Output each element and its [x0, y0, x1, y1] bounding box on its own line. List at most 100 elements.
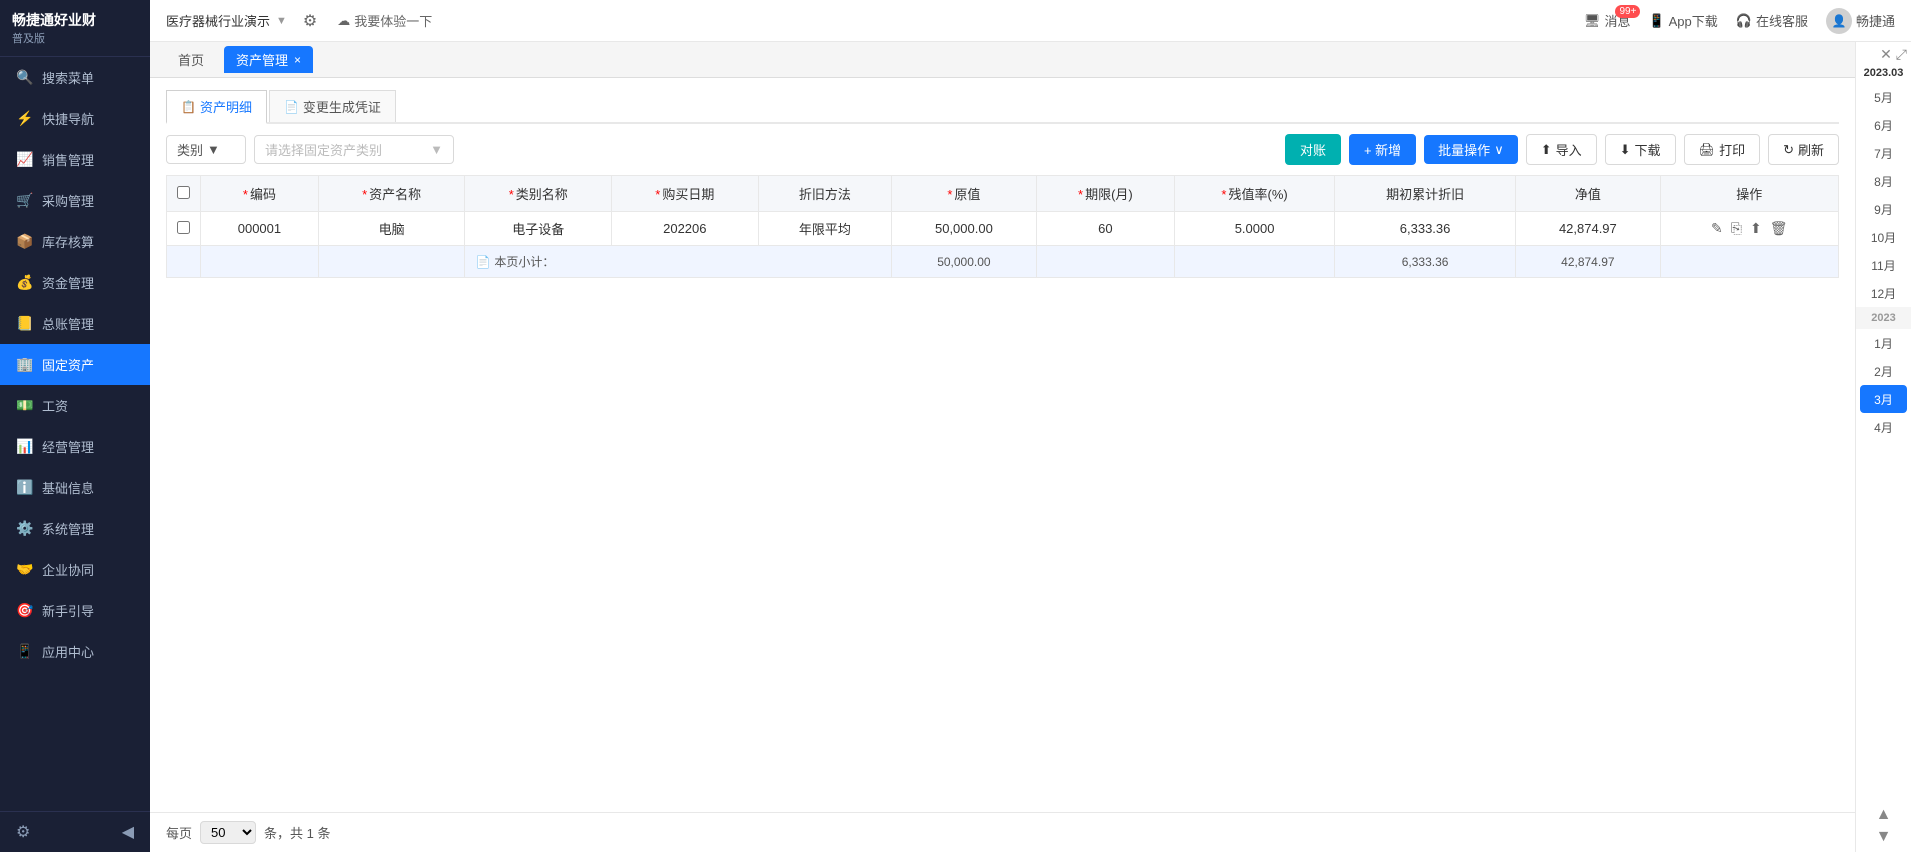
import-button[interactable]: ⬆ 导入 [1526, 134, 1597, 165]
collapse-icon[interactable]: ◀ [122, 822, 134, 842]
calendar-month-11[interactable]: 11月 [1856, 251, 1911, 279]
sidebar-item-fixed-assets[interactable]: 🏢 固定资产 [0, 344, 150, 385]
print-icon: 🖨 [1699, 142, 1716, 158]
delete-icon[interactable]: 🗑 [1770, 220, 1788, 237]
th-period: *期限(月) [1036, 176, 1175, 212]
toolbar: 类别 ▼ 请选择固定资产类别 ▼ 对账 + 新增 批量操作 ∨ [166, 134, 1839, 165]
th-checkbox [167, 176, 201, 212]
tab-asset-management[interactable]: 资产管理 × [224, 46, 313, 73]
th-original-value: *原值 [892, 176, 1036, 212]
sidebar-item-search[interactable]: 🔍 搜索菜单 [0, 57, 150, 98]
sub-tab-asset-detail[interactable]: 📋 资产明细 [166, 90, 267, 124]
settings-icon[interactable]: ⚙ [16, 822, 30, 842]
subtotal-empty-2 [201, 246, 319, 278]
sidebar-item-label: 系统管理 [42, 519, 94, 538]
subtotal-empty-period [1036, 246, 1175, 278]
calendar-month-7[interactable]: 7月 [1856, 139, 1911, 167]
calendar-month-9[interactable]: 9月 [1856, 195, 1911, 223]
th-purchase-date: *购买日期 [612, 176, 759, 212]
sidebar-item-cooperation[interactable]: 🤝 企业协同 [0, 549, 150, 590]
share-icon[interactable]: ⬆ [1750, 220, 1762, 237]
system-icon: ⚙️ [16, 520, 34, 537]
page-size-select[interactable]: 50 10 20 100 [200, 821, 256, 844]
sidebar-item-quick-nav[interactable]: ⚡ 快捷导航 [0, 98, 150, 139]
td-category: 电子设备 [465, 212, 612, 246]
download-button[interactable]: ⬇ 下载 [1605, 134, 1676, 165]
panel-down-icon[interactable]: ▼ [1876, 828, 1892, 846]
app-subtitle: 普及版 [12, 30, 138, 46]
sidebar-item-operations[interactable]: 📊 经营管理 [0, 426, 150, 467]
sidebar-item-ledger[interactable]: 📒 总账管理 [0, 303, 150, 344]
calendar-month-4[interactable]: 4月 [1856, 413, 1911, 441]
category-filter[interactable]: 类别 ▼ [166, 135, 246, 164]
per-page-label: 每页 [166, 823, 192, 842]
sidebar-item-label: 新手引导 [42, 601, 94, 620]
sidebar-item-purchase[interactable]: 🛒 采购管理 [0, 180, 150, 221]
sidebar-item-label: 采购管理 [42, 191, 94, 210]
calendar-month-1[interactable]: 1月 [1856, 329, 1911, 357]
payroll-icon: 💵 [16, 397, 34, 414]
inventory-icon: 📦 [16, 233, 34, 250]
tab-close-icon[interactable]: × [294, 53, 301, 67]
panel-up-icon[interactable]: ▲ [1876, 806, 1892, 824]
app-download-button[interactable]: 📱 App下载 [1648, 11, 1717, 30]
sidebar-item-label: 工资 [42, 396, 68, 415]
settings-gear-icon[interactable]: ⚙ [303, 11, 317, 31]
sidebar-item-basic-info[interactable]: ℹ️ 基础信息 [0, 467, 150, 508]
sidebar-item-inventory[interactable]: 📦 库存核算 [0, 221, 150, 262]
toolbar-left: 类别 ▼ 请选择固定资产类别 ▼ [166, 135, 1277, 164]
sidebar-item-system[interactable]: ⚙️ 系统管理 [0, 508, 150, 549]
sidebar-item-app-center[interactable]: 📱 应用中心 [0, 631, 150, 672]
calendar-month-8[interactable]: 8月 [1856, 167, 1911, 195]
subtotal-empty-1 [167, 246, 201, 278]
main-wrapper: 医疗器械行业演示 ▼ ⚙ ☁ 我要体验一下 🖥 消息 99+ 📱 App下载 🎧… [150, 0, 1911, 852]
edit-icon[interactable]: ✎ [1711, 220, 1723, 237]
copy-icon[interactable]: ⎘ [1731, 220, 1742, 237]
tab-home[interactable]: 首页 [166, 46, 216, 73]
print-button[interactable]: 🖨 打印 [1684, 134, 1761, 165]
company-selector[interactable]: 医疗器械行业演示 ▼ [166, 11, 287, 30]
table-row: 000001 电脑 电子设备 202206 年限平均 50,000.00 60 … [167, 212, 1839, 246]
select-all-checkbox[interactable] [177, 186, 190, 199]
sub-tab-voucher[interactable]: 📄 变更生成凭证 [269, 90, 396, 122]
calendar-month-5[interactable]: 5月 [1856, 83, 1911, 111]
panel-close-icon[interactable]: ✕ [1880, 46, 1892, 63]
calendar-month-12[interactable]: 12月 [1856, 279, 1911, 307]
calendar-month-3[interactable]: 3月 [1860, 385, 1907, 413]
operations-icon: 📊 [16, 438, 34, 455]
td-period: 60 [1036, 212, 1175, 246]
category-input[interactable]: 请选择固定资产类别 ▼ [254, 135, 454, 164]
refresh-button[interactable]: ↻ 刷新 [1768, 134, 1839, 165]
row-checkbox[interactable] [177, 221, 190, 234]
sidebar-item-payroll[interactable]: 💵 工资 [0, 385, 150, 426]
panel-expand-icon[interactable]: ⤢ [1896, 46, 1907, 63]
sidebar-item-sales[interactable]: 📈 销售管理 [0, 139, 150, 180]
experience-label[interactable]: 我要体验一下 [354, 11, 432, 30]
td-code: 000001 [201, 212, 319, 246]
company-dropdown-arrow: ▼ [276, 15, 287, 27]
td-net-value: 42,874.97 [1516, 212, 1660, 246]
asset-detail-icon: 📋 [181, 100, 196, 114]
online-service-button[interactable]: 🎧 在线客服 [1736, 11, 1808, 30]
reconcile-button[interactable]: 对账 [1285, 134, 1341, 165]
calendar-month-6[interactable]: 6月 [1856, 111, 1911, 139]
asset-table: *编码 *资产名称 *类别名称 *购买日期 折旧方法 *原值 *期限(月) *残… [166, 175, 1839, 278]
sales-icon: 📈 [16, 151, 34, 168]
app-title: 畅捷通好业财 [12, 10, 138, 30]
th-name: *资产名称 [318, 176, 465, 212]
th-residual-rate: *残值率(%) [1175, 176, 1335, 212]
batch-button[interactable]: 批量操作 ∨ [1424, 135, 1518, 164]
new-button[interactable]: + 新增 [1349, 134, 1416, 165]
sidebar-item-guide[interactable]: 🎯 新手引导 [0, 590, 150, 631]
refresh-icon: ↻ [1783, 142, 1794, 158]
user-area[interactable]: 👤 畅捷通 [1826, 8, 1895, 34]
calendar-month-2[interactable]: 2月 [1856, 357, 1911, 385]
sidebar-item-capital[interactable]: 💰 资金管理 [0, 262, 150, 303]
filter-arrow-icon: ▼ [207, 142, 220, 157]
sidebar-item-label: 库存核算 [42, 232, 94, 251]
inner-page: 📋 资产明细 📄 变更生成凭证 类别 ▼ [150, 78, 1855, 812]
th-net-value: 净值 [1516, 176, 1660, 212]
calendar-month-10[interactable]: 10月 [1856, 223, 1911, 251]
message-button[interactable]: 🖥 消息 99+ [1584, 11, 1631, 30]
calendar-scroll: 5月 6月 7月 8月 9月 10月 11月 12月 2023 1月 2月 3月… [1856, 83, 1911, 800]
